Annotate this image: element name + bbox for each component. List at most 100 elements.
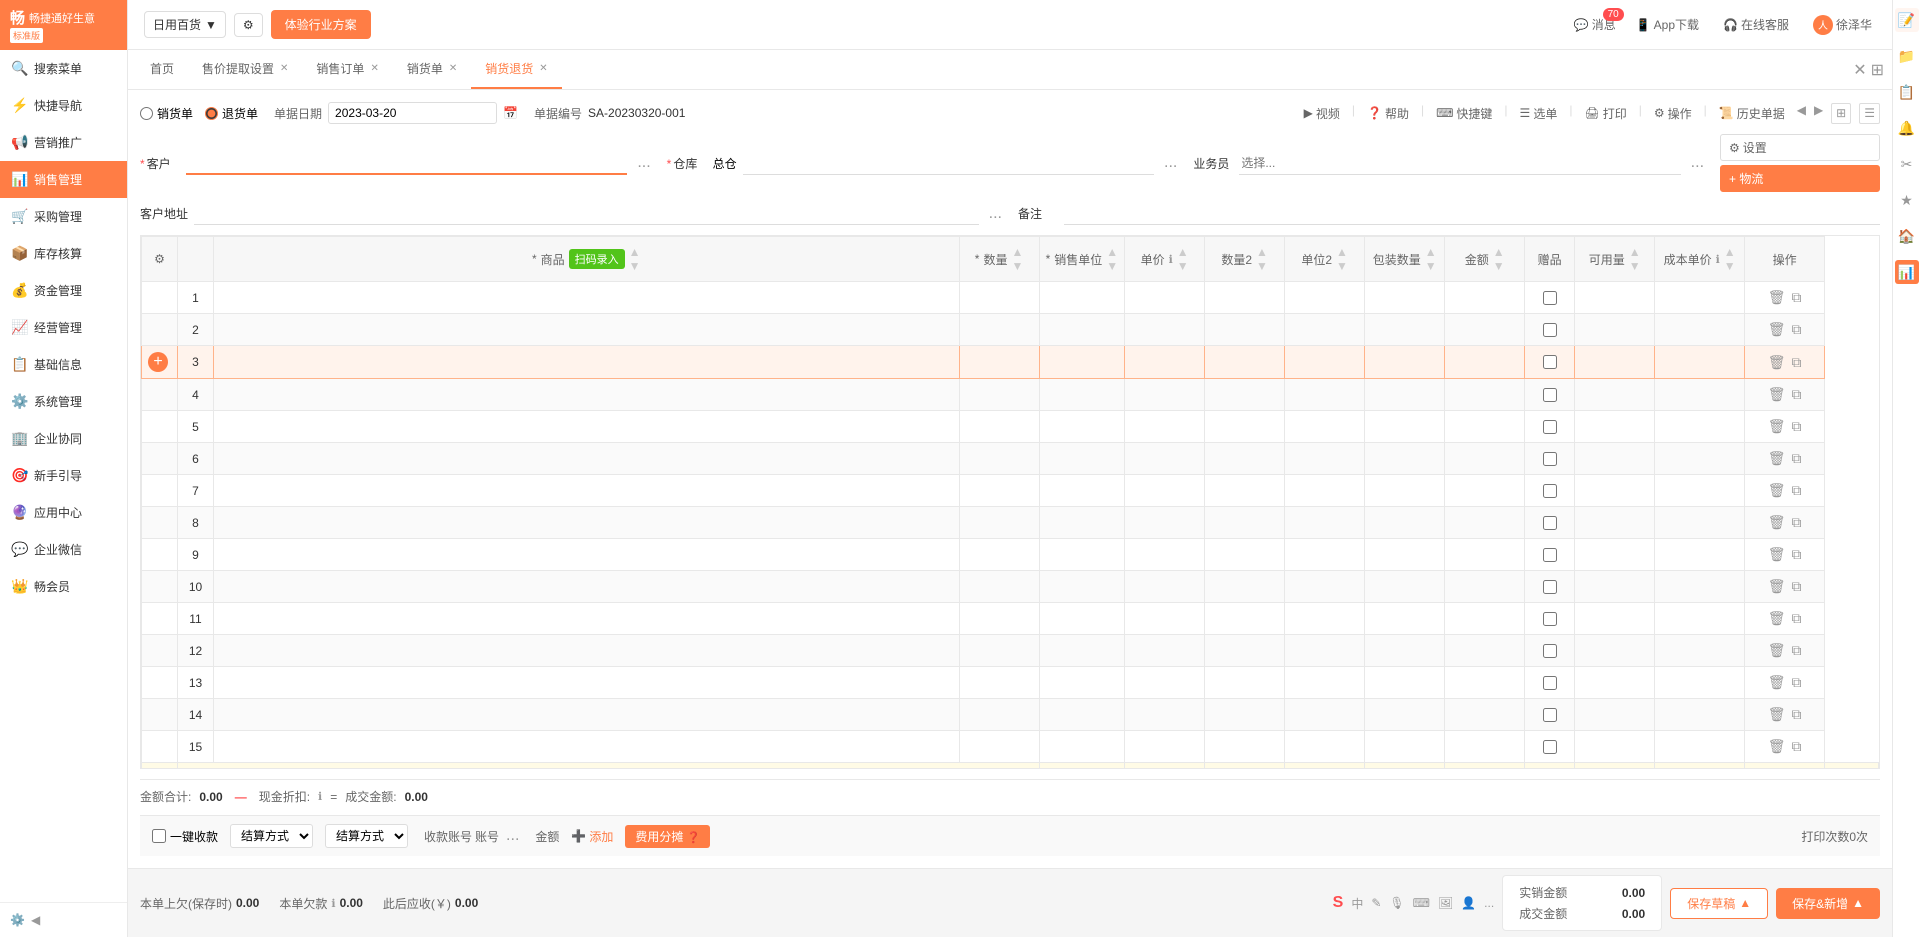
row-cost-cell[interactable]	[1655, 507, 1745, 539]
row-gift-cell[interactable]	[1525, 314, 1575, 346]
calendar-icon[interactable]: 📅	[503, 106, 518, 120]
row-qty-cell[interactable]	[959, 443, 1039, 475]
add-row-btn[interactable]: +	[148, 352, 168, 372]
fee-split-btn[interactable]: 费用分摊 ❓	[625, 825, 710, 848]
row-product-cell[interactable]	[214, 603, 960, 635]
gift-checkbox[interactable]	[1543, 740, 1557, 754]
row-qty2-cell[interactable]	[1205, 379, 1285, 411]
row-unit2-cell[interactable]	[1285, 507, 1365, 539]
row-qty-cell[interactable]	[959, 314, 1039, 346]
row-qty2-cell[interactable]	[1205, 443, 1285, 475]
scan-btn[interactable]: 扫码录入	[569, 249, 625, 269]
row-amount-cell[interactable]	[1445, 507, 1525, 539]
row-pkg-cell[interactable]	[1365, 571, 1445, 603]
gift-checkbox[interactable]	[1543, 388, 1557, 402]
row-available-cell[interactable]	[1575, 667, 1655, 699]
row-unit-cell[interactable]	[1039, 314, 1125, 346]
row-qty-cell[interactable]	[959, 603, 1039, 635]
row-price-cell[interactable]	[1125, 539, 1205, 571]
sidebar-item-member[interactable]: 👑 畅会员	[0, 568, 127, 605]
row-qty-cell[interactable]	[959, 411, 1039, 443]
history-btn[interactable]: 📜 历史单据	[1715, 103, 1789, 124]
row-price-cell[interactable]	[1125, 379, 1205, 411]
row-pkg-cell[interactable]	[1365, 539, 1445, 571]
row-gift-cell[interactable]	[1525, 731, 1575, 763]
row-qty-cell[interactable]	[959, 699, 1039, 731]
gift-checkbox[interactable]	[1543, 676, 1557, 690]
right-sidebar-icon-5[interactable]: ✂	[1895, 152, 1919, 176]
row-unit-cell[interactable]	[1039, 731, 1125, 763]
gift-checkbox[interactable]	[1543, 708, 1557, 722]
row-cost-cell[interactable]	[1655, 443, 1745, 475]
tab-close-icon[interactable]: ✕	[539, 63, 547, 74]
row-product-cell[interactable]	[214, 699, 960, 731]
maximize-icon[interactable]: ⊞	[1871, 60, 1884, 80]
gift-checkbox[interactable]	[1543, 612, 1557, 626]
row-unit2-cell[interactable]	[1285, 731, 1365, 763]
row-qty2-cell[interactable]	[1205, 571, 1285, 603]
row-product-cell[interactable]	[214, 507, 960, 539]
row-product-cell[interactable]	[214, 411, 960, 443]
online-service-btn[interactable]: 🎧 在线客服	[1719, 14, 1793, 35]
row-amount-cell[interactable]	[1445, 282, 1525, 314]
row-qty2-cell[interactable]	[1205, 667, 1285, 699]
tab-close-icon[interactable]: ✕	[449, 63, 457, 74]
row-unit-cell[interactable]	[1039, 571, 1125, 603]
row-price-cell[interactable]	[1125, 475, 1205, 507]
one-click-checkbox[interactable]	[152, 829, 166, 843]
radio-delivery[interactable]: 销货单	[140, 105, 193, 122]
row-amount-cell[interactable]	[1445, 443, 1525, 475]
row-amount-cell[interactable]	[1445, 603, 1525, 635]
gift-checkbox[interactable]	[1543, 355, 1557, 369]
row-pkg-cell[interactable]	[1365, 603, 1445, 635]
delete-row-icon[interactable]: 🗑	[1768, 738, 1786, 755]
row-pkg-cell[interactable]	[1365, 411, 1445, 443]
right-sidebar-icon-3[interactable]: 📋	[1895, 80, 1919, 104]
delete-row-icon[interactable]: 🗑	[1768, 514, 1786, 531]
row-unit2-cell[interactable]	[1285, 282, 1365, 314]
copy-row-icon[interactable]: ⧉	[1792, 321, 1802, 338]
row-gift-cell[interactable]	[1525, 443, 1575, 475]
row-available-cell[interactable]	[1575, 314, 1655, 346]
customer-input[interactable]	[186, 151, 627, 175]
row-unit-cell[interactable]	[1039, 667, 1125, 699]
copy-row-icon[interactable]: ⧉	[1792, 482, 1802, 499]
delete-row-icon[interactable]: 🗑	[1768, 321, 1786, 338]
gift-checkbox[interactable]	[1543, 291, 1557, 305]
date-input[interactable]	[328, 102, 497, 124]
warehouse-dots[interactable]: ...	[1164, 154, 1177, 172]
tool-icon-6[interactable]: 🖼	[1438, 896, 1453, 910]
copy-row-icon[interactable]: ⧉	[1792, 514, 1802, 531]
row-qty2-cell[interactable]	[1205, 475, 1285, 507]
row-pkg-cell[interactable]	[1365, 507, 1445, 539]
row-price-cell[interactable]	[1125, 411, 1205, 443]
row-price-cell[interactable]	[1125, 507, 1205, 539]
remark-input[interactable]	[1064, 202, 1880, 225]
row-product-cell[interactable]	[214, 282, 960, 314]
row-gift-cell[interactable]	[1525, 571, 1575, 603]
row-available-cell[interactable]	[1575, 443, 1655, 475]
row-unit2-cell[interactable]	[1285, 699, 1365, 731]
sidebar-item-search[interactable]: 🔍 搜索菜单	[0, 50, 127, 87]
row-price-cell[interactable]	[1125, 571, 1205, 603]
cost-info-icon[interactable]: ℹ	[1716, 253, 1720, 266]
row-unit2-cell[interactable]	[1285, 314, 1365, 346]
row-unit2-cell[interactable]	[1285, 443, 1365, 475]
sidebar-item-enterprise[interactable]: 🏢 企业协同	[0, 420, 127, 457]
radio-delivery-input[interactable]	[140, 107, 153, 120]
tool-icon-7[interactable]: 👤	[1461, 896, 1476, 910]
debt-info-icon[interactable]: ℹ	[331, 897, 335, 910]
row-cost-cell[interactable]	[1655, 282, 1745, 314]
add-fee-btn[interactable]: ➕ 添加	[571, 828, 613, 845]
row-qty2-cell[interactable]	[1205, 603, 1285, 635]
row-pkg-cell[interactable]	[1365, 282, 1445, 314]
row-price-cell[interactable]	[1125, 635, 1205, 667]
delete-row-icon[interactable]: 🗑	[1768, 546, 1786, 563]
row-unit2-cell[interactable]	[1285, 571, 1365, 603]
row-qty-cell[interactable]	[959, 667, 1039, 699]
row-unit2-cell[interactable]	[1285, 346, 1365, 379]
row-gift-cell[interactable]	[1525, 346, 1575, 379]
row-product-cell[interactable]	[214, 443, 960, 475]
tool-icon-4[interactable]: 🎙	[1389, 896, 1404, 910]
row-available-cell[interactable]	[1575, 603, 1655, 635]
